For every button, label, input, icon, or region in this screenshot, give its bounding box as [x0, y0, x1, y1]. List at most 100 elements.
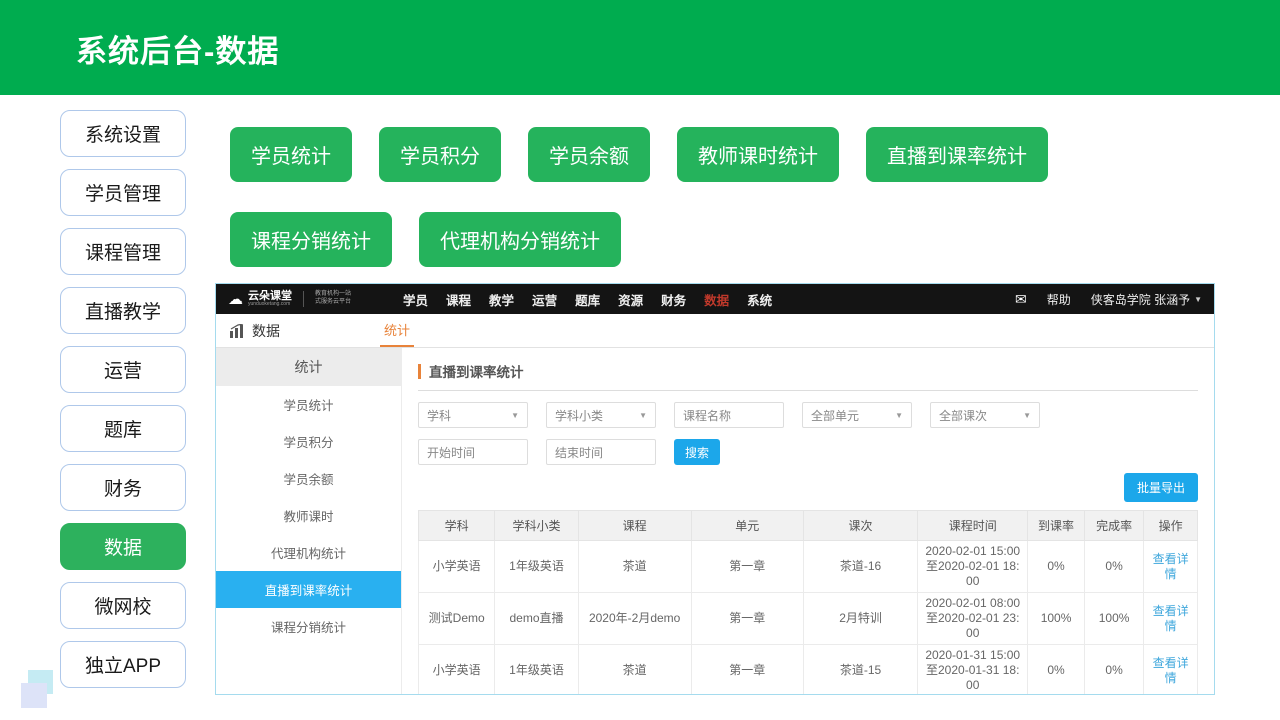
quick-button[interactable]: 代理机构分销统计	[419, 212, 621, 267]
quick-button[interactable]: 学员统计	[230, 127, 352, 182]
admin-nav-item[interactable]: 系统	[747, 290, 772, 309]
admin-nav-item[interactable]: 题库	[575, 290, 600, 309]
sidenav-item[interactable]: 学员积分	[216, 423, 401, 460]
table-cell: 测试Demo	[419, 593, 495, 645]
admin-nav-item[interactable]: 数据	[704, 290, 729, 309]
admin-nav-item[interactable]: 资源	[618, 290, 643, 309]
end-time-input[interactable]: 结束时间	[546, 439, 656, 465]
table-cell: 第一章	[691, 593, 803, 645]
export-row: 批量导出	[418, 473, 1198, 502]
table-cell: 1年级英语	[495, 541, 578, 593]
admin-nav-item[interactable]: 课程	[446, 290, 471, 309]
table-cell: 茶道	[578, 541, 691, 593]
logo-divider	[303, 291, 304, 307]
table-cell: 0%	[1028, 541, 1085, 593]
quick-button[interactable]: 教师课时统计	[677, 127, 839, 182]
admin-nav-item[interactable]: 教学	[489, 290, 514, 309]
table-header-cell: 完成率	[1084, 511, 1143, 541]
search-button[interactable]: 搜索	[674, 439, 720, 465]
table-cell: 小学英语	[419, 645, 495, 695]
admin-nav-item[interactable]: 学员	[403, 290, 428, 309]
start-time-input[interactable]: 开始时间	[418, 439, 528, 465]
sidebar-button[interactable]: 题库	[60, 405, 186, 452]
table-cell: 茶道-16	[803, 541, 918, 593]
breadcrumb: 数据	[230, 314, 280, 347]
table-cell: 100%	[1084, 593, 1143, 645]
sidenav-item[interactable]: 学员余额	[216, 460, 401, 497]
admin-nav-item[interactable]: 财务	[661, 290, 686, 309]
table-row: 小学英语1年级英语茶道第一章茶道-152020-01-31 15:00至2020…	[419, 645, 1198, 695]
table-row: 测试Demodemo直播2020年-2月demo第一章2月特训2020-02-0…	[419, 593, 1198, 645]
table-cell: 第一章	[691, 645, 803, 695]
sidebar-button[interactable]: 学员管理	[60, 169, 186, 216]
admin-body: 统计 学员统计学员积分学员余额教师课时代理机构统计直播到课率统计课程分销统计 直…	[216, 348, 1214, 694]
sidebar-button[interactable]: 系统设置	[60, 110, 186, 157]
sidebar-button[interactable]: 独立APP	[60, 641, 186, 688]
content-title: 直播到课率统计	[429, 361, 524, 381]
caret-down-icon: ▼	[639, 411, 647, 420]
view-detail-link[interactable]: 查看详情	[1153, 656, 1189, 685]
view-detail-link[interactable]: 查看详情	[1153, 604, 1189, 633]
help-link[interactable]: 帮助	[1047, 291, 1071, 308]
tab-statistics[interactable]: 统计	[380, 314, 414, 347]
table-cell: 2020-02-01 08:00至2020-02-01 23:00	[918, 593, 1028, 645]
sidenav-item[interactable]: 代理机构统计	[216, 534, 401, 571]
table-cell: 小学英语	[419, 541, 495, 593]
quick-button[interactable]: 学员余额	[528, 127, 650, 182]
sidebar-button[interactable]: 财务	[60, 464, 186, 511]
caret-down-icon: ▼	[1023, 411, 1031, 420]
logo-tagline: 教育机构一站 式服务云平台	[315, 291, 351, 307]
table-cell: 100%	[1028, 593, 1085, 645]
account-menu[interactable]: 侠客岛学院 张涵予 ▼	[1091, 291, 1202, 308]
sidenav-item[interactable]: 学员统计	[216, 386, 401, 423]
table-header-cell: 学科	[419, 511, 495, 541]
content-title-row: 直播到课率统计	[418, 356, 1198, 391]
view-detail-link[interactable]: 查看详情	[1153, 552, 1189, 581]
sidebar-button[interactable]: 微网校	[60, 582, 186, 629]
caret-down-icon: ▼	[1194, 295, 1202, 304]
sidenav-item[interactable]: 教师课时	[216, 497, 401, 534]
table-cell: 0%	[1084, 645, 1143, 695]
breadcrumb-section: 数据	[252, 321, 280, 341]
sidebar-button[interactable]: 直播教学	[60, 287, 186, 334]
table-header-cell: 课次	[803, 511, 918, 541]
table-cell: 2020-01-31 15:00至2020-01-31 18:00	[918, 645, 1028, 695]
quick-buttons-row-1: 学员统计学员积分学员余额教师课时统计直播到课率统计	[230, 127, 1130, 182]
sidebar-button[interactable]: 运营	[60, 346, 186, 393]
quick-button[interactable]: 学员积分	[379, 127, 501, 182]
table-header-cell: 课程	[578, 511, 691, 541]
table-cell: 0%	[1084, 541, 1143, 593]
quick-buttons-row-2: 课程分销统计代理机构分销统计	[230, 212, 1130, 267]
table-cell: 0%	[1028, 645, 1085, 695]
mail-icon[interactable]: ✉	[1015, 291, 1027, 308]
sidenav-item[interactable]: 课程分销统计	[216, 608, 401, 645]
batch-export-button[interactable]: 批量导出	[1124, 473, 1198, 502]
subject-subcategory-select[interactable]: 学科小类 ▼	[546, 402, 656, 428]
sidebar-button[interactable]: 数据	[60, 523, 186, 570]
filter-row-1: 学科 ▼ 学科小类 ▼ 课程名称 全部单元 ▼ 全部课次 ▼	[418, 402, 1198, 428]
admin-nav-item[interactable]: 运营	[532, 290, 557, 309]
table-cell: 2月特训	[803, 593, 918, 645]
table-action-cell: 查看详情	[1144, 593, 1198, 645]
lesson-select[interactable]: 全部课次 ▼	[930, 402, 1040, 428]
table-cell: demo直播	[495, 593, 578, 645]
admin-topnav-right: ✉ 帮助 侠客岛学院 张涵予 ▼	[1015, 291, 1202, 308]
quick-buttons-area: 学员统计学员积分学员余额教师课时统计直播到课率统计 课程分销统计代理机构分销统计	[230, 127, 1130, 297]
decor-square-lavender	[21, 683, 47, 708]
table-cell: 第一章	[691, 541, 803, 593]
quick-button[interactable]: 课程分销统计	[230, 212, 392, 267]
quick-button[interactable]: 直播到课率统计	[866, 127, 1048, 182]
table-header-cell: 课程时间	[918, 511, 1028, 541]
subject-select[interactable]: 学科 ▼	[418, 402, 528, 428]
admin-topnav: ☁ 云朵课堂 yunduoketang.com 教育机构一站 式服务云平台 学员…	[216, 284, 1214, 314]
filter-row-2: 开始时间 结束时间 搜索	[418, 439, 1198, 465]
page-header: 系统后台-数据	[0, 0, 1280, 95]
sidenav-item[interactable]: 直播到课率统计	[216, 571, 401, 608]
attendance-table: 学科学科小类课程单元课次课程时间到课率完成率操作 小学英语1年级英语茶道第一章茶…	[418, 510, 1198, 694]
table-cell: 2020年-2月demo	[578, 593, 691, 645]
unit-select[interactable]: 全部单元 ▼	[802, 402, 912, 428]
admin-sidenav: 统计 学员统计学员积分学员余额教师课时代理机构统计直播到课率统计课程分销统计	[216, 348, 402, 694]
course-name-input[interactable]: 课程名称	[674, 402, 784, 428]
logo[interactable]: ☁ 云朵课堂 yunduoketang.com 教育机构一站 式服务云平台	[228, 290, 351, 308]
sidebar-button[interactable]: 课程管理	[60, 228, 186, 275]
